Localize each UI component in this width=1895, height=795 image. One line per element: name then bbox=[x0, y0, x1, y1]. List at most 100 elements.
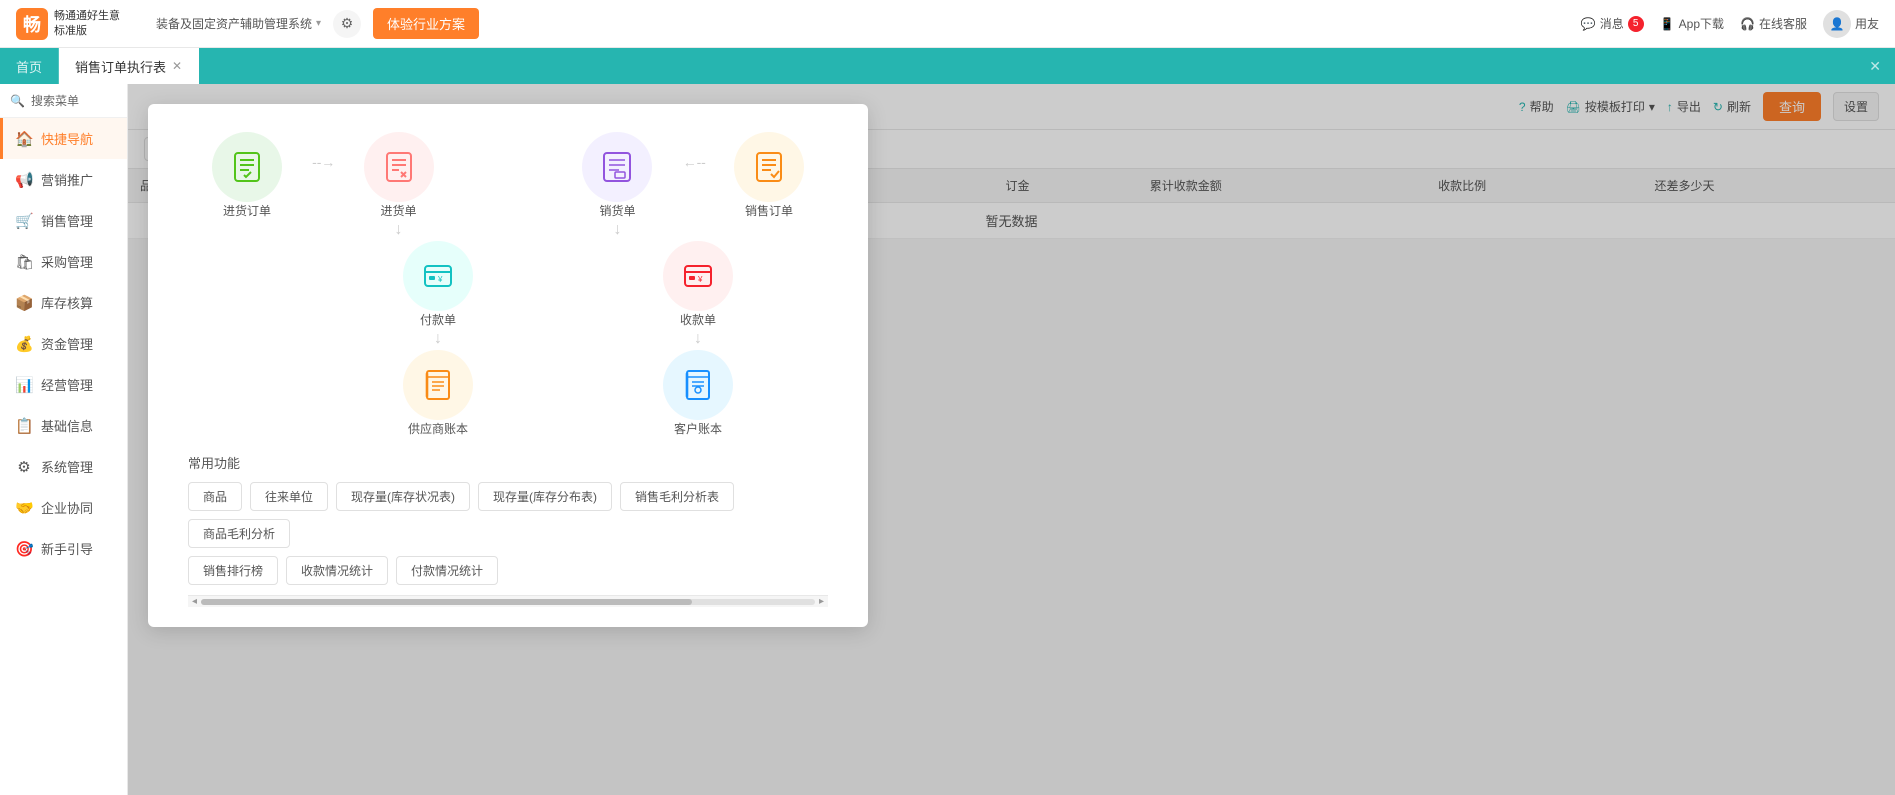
sidebar-item-finance[interactable]: 💰 资金管理 bbox=[0, 323, 127, 364]
flowchart-popup: 进货订单 - - → 进货单 bbox=[148, 104, 868, 627]
download-icon: 📱 bbox=[1660, 17, 1675, 31]
func-btn-contacts[interactable]: 往来单位 bbox=[250, 482, 328, 511]
experience-button[interactable]: 体验行业方案 bbox=[373, 8, 479, 39]
arrow-receipt-bill-down: ↓ bbox=[628, 330, 768, 348]
content-area: ? 帮助 🖨 按模板打印 ▾ ↑ 导出 ↻ 刷新 查询 设置 📅 bbox=[128, 84, 1895, 795]
inventory-icon: 📦 bbox=[15, 294, 33, 312]
func-row-1: 商品 往来单位 现存量(库存状况表) 现存量(库存分布表) 销售毛利分析表 商品… bbox=[188, 482, 828, 548]
system-title-dropdown[interactable]: 装备及固定资产辅助管理系统 ▾ bbox=[156, 15, 321, 32]
message-icon: 💬 bbox=[1581, 17, 1596, 31]
sidebar-item-quick-nav[interactable]: 🏠 快捷导航 bbox=[0, 118, 127, 159]
sidebar: 🔍 搜索菜单 🏠 快捷导航 📢 营销推广 🛒 销售管理 🛍 采购管理 📦 库存核… bbox=[0, 84, 128, 795]
sidebar-item-inventory[interactable]: 📦 库存核算 bbox=[0, 282, 127, 323]
sales-order-label: 销售订单 bbox=[745, 202, 793, 219]
node-purchase-bill[interactable]: 进货单 bbox=[340, 132, 458, 219]
tab-close-icon[interactable]: ✕ bbox=[172, 59, 182, 73]
node-sales-order[interactable]: 销售订单 bbox=[710, 132, 828, 219]
sidebar-item-system[interactable]: ⚙ 系统管理 bbox=[0, 446, 127, 487]
dropdown-arrow-icon: ▾ bbox=[316, 18, 321, 29]
purchase-order-label: 进货订单 bbox=[223, 202, 271, 219]
purchase-bill-icon bbox=[364, 132, 434, 202]
svg-text:¥: ¥ bbox=[697, 275, 703, 284]
service-icon: 🎧 bbox=[1740, 17, 1755, 31]
main-layout: 🔍 搜索菜单 🏠 快捷导航 📢 营销推广 🛒 销售管理 🛍 采购管理 📦 库存核… bbox=[0, 84, 1895, 795]
func-btn-goods[interactable]: 商品 bbox=[188, 482, 242, 511]
node-purchase-order[interactable]: 进货订单 bbox=[188, 132, 306, 219]
purchase-icon: 🛍 bbox=[15, 253, 33, 271]
sidebar-item-enterprise[interactable]: 🤝 企业协同 bbox=[0, 487, 127, 528]
arrow-sales-order-to-bill: ← - - bbox=[676, 132, 710, 170]
tab-sales-order-exec[interactable]: 销售订单执行表 ✕ bbox=[59, 48, 199, 84]
enterprise-icon: 🤝 bbox=[15, 499, 33, 517]
func-btn-sales-rank[interactable]: 销售排行榜 bbox=[188, 556, 278, 585]
top-header: 畅 畅通通好生意 标准版 装备及固定资产辅助管理系统 ▾ ⚙ 体验行业方案 💬 … bbox=[0, 0, 1895, 48]
sidebar-search[interactable]: 🔍 搜索菜单 bbox=[0, 84, 127, 118]
node-customer-ledger[interactable]: 客户账本 bbox=[628, 350, 768, 437]
sales-icon: 🛒 bbox=[15, 212, 33, 230]
quick-nav-icon: 🏠 bbox=[15, 130, 33, 148]
basic-info-icon: 📋 bbox=[15, 417, 33, 435]
scrollbar-track[interactable] bbox=[201, 599, 815, 605]
payment-bill-label: 付款单 bbox=[420, 311, 456, 328]
finance-icon: 💰 bbox=[15, 335, 33, 353]
receipt-bill-label: 收款单 bbox=[680, 311, 716, 328]
customer-ledger-label: 客户账本 bbox=[674, 420, 722, 437]
func-btn-stock-status[interactable]: 现存量(库存状况表) bbox=[336, 482, 470, 511]
sidebar-item-purchase[interactable]: 🛍 采购管理 bbox=[0, 241, 127, 282]
payment-bill-icon: ¥ bbox=[403, 241, 473, 311]
sidebar-item-sales[interactable]: 🛒 销售管理 bbox=[0, 200, 127, 241]
sidebar-item-marketing[interactable]: 📢 营销推广 bbox=[0, 159, 127, 200]
node-supplier-ledger[interactable]: 供应商账本 bbox=[368, 350, 508, 437]
popup-scrollbar[interactable]: ◂ ▸ bbox=[188, 595, 828, 607]
scrollbar-left-arrow[interactable]: ◂ bbox=[192, 596, 197, 607]
operations-icon: 📊 bbox=[15, 376, 33, 394]
logo-area: 畅 畅通通好生意 标准版 bbox=[16, 8, 144, 40]
scrollbar-thumb bbox=[201, 599, 692, 605]
app-download-button[interactable]: 📱 App下载 bbox=[1660, 15, 1724, 32]
func-row-2: 销售排行榜 收款情况统计 付款情况统计 bbox=[188, 556, 828, 585]
common-funcs-label: 常用功能 bbox=[188, 453, 828, 472]
node-sales-bill[interactable]: 销货单 bbox=[559, 132, 677, 219]
user-avatar: 👤 bbox=[1823, 10, 1851, 38]
supplier-ledger-icon bbox=[403, 350, 473, 420]
node-receipt-bill[interactable]: ¥ 收款单 bbox=[628, 241, 768, 328]
header-right: 💬 消息 5 📱 App下载 🎧 在线客服 👤 用友 bbox=[1581, 10, 1879, 38]
purchase-bill-label: 进货单 bbox=[381, 202, 417, 219]
online-service-button[interactable]: 🎧 在线客服 bbox=[1740, 15, 1807, 32]
logo-icon: 畅 bbox=[16, 8, 48, 40]
arrow-payment-bill-down: ↓ bbox=[368, 330, 508, 348]
arrow-purchase-bill-down: ↓ bbox=[340, 221, 458, 239]
customer-ledger-icon bbox=[663, 350, 733, 420]
sales-order-icon bbox=[734, 132, 804, 202]
system-title: 装备及固定资产辅助管理系统 bbox=[156, 15, 312, 32]
func-btn-goods-profit[interactable]: 商品毛利分析 bbox=[188, 519, 290, 548]
logo-text: 畅通通好生意 标准版 bbox=[54, 9, 120, 38]
arrow-purchase-order-to-bill: - - → bbox=[306, 132, 340, 170]
purchase-order-icon bbox=[212, 132, 282, 202]
user-menu[interactable]: 👤 用友 bbox=[1823, 10, 1879, 38]
func-btn-sales-profit[interactable]: 销售毛利分析表 bbox=[620, 482, 734, 511]
tab-close-all-icon[interactable]: ✕ bbox=[1855, 58, 1895, 75]
func-btn-stock-dist[interactable]: 现存量(库存分布表) bbox=[478, 482, 612, 511]
common-funcs-section: 常用功能 商品 往来单位 现存量(库存状况表) 现存量(库存分布表) 销售毛利分… bbox=[188, 453, 828, 585]
tab-bar: 首页 销售订单执行表 ✕ ✕ bbox=[0, 48, 1895, 84]
scrollbar-right-arrow[interactable]: ▸ bbox=[819, 596, 824, 607]
func-btn-payment-stats[interactable]: 付款情况统计 bbox=[396, 556, 498, 585]
message-button[interactable]: 💬 消息 5 bbox=[1581, 15, 1644, 32]
marketing-icon: 📢 bbox=[15, 171, 33, 189]
func-btn-receipt-stats[interactable]: 收款情况统计 bbox=[286, 556, 388, 585]
guide-icon: 🎯 bbox=[15, 540, 33, 558]
receipt-bill-icon: ¥ bbox=[663, 241, 733, 311]
search-icon: 🔍 bbox=[10, 94, 25, 108]
tab-home[interactable]: 首页 bbox=[0, 48, 59, 84]
message-badge: 5 bbox=[1628, 16, 1644, 32]
arrow-sales-bill-down: ↓ bbox=[559, 221, 677, 239]
sales-bill-icon bbox=[582, 132, 652, 202]
sidebar-item-operations[interactable]: 📊 经营管理 bbox=[0, 364, 127, 405]
node-payment-bill[interactable]: ¥ 付款单 bbox=[368, 241, 508, 328]
gear-button[interactable]: ⚙ bbox=[333, 10, 361, 38]
sidebar-item-basic-info[interactable]: 📋 基础信息 bbox=[0, 405, 127, 446]
supplier-ledger-label: 供应商账本 bbox=[408, 420, 468, 437]
sidebar-item-guide[interactable]: 🎯 新手引导 bbox=[0, 528, 127, 569]
system-icon: ⚙ bbox=[15, 458, 33, 476]
